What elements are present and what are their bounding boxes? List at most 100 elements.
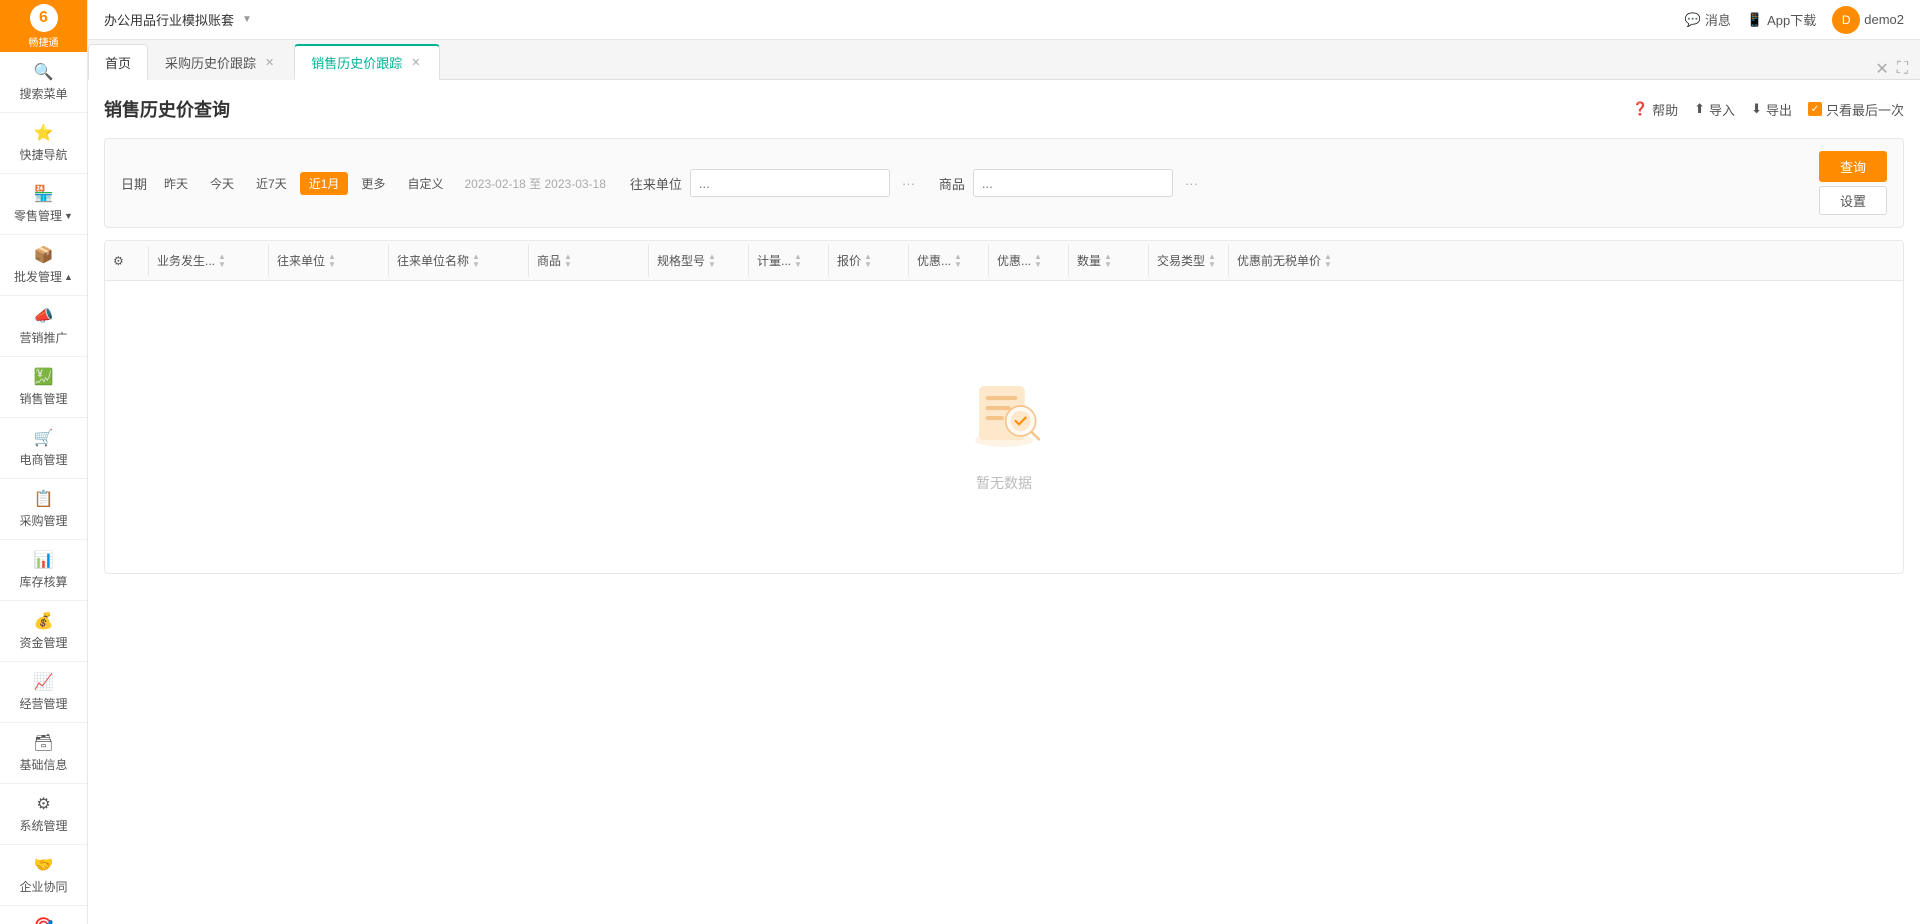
sidebar-item-label: 采购管理 [19, 512, 67, 529]
sidebar-item-marketing[interactable]: 📣 营销推广 [0, 296, 88, 357]
th-partner-code[interactable]: 往来单位 ▲▼ [269, 244, 389, 277]
data-table: ⚙ 业务发生... ▲▼ 往来单位 ▲▼ 往来单位名称 ▲▼ 商品 ▲▼ [104, 240, 1904, 574]
th-spec[interactable]: 规格型号 ▲▼ [649, 244, 749, 277]
import-label: 导入 [1709, 100, 1735, 119]
avatar: D [1832, 6, 1860, 34]
corp-collab-icon: 🤝 [34, 855, 54, 875]
sidebar-item-ecommerce[interactable]: 🛒 电商管理 [0, 418, 88, 479]
tab-purchase-close[interactable]: ✕ [262, 55, 277, 70]
th-settings[interactable]: ⚙ [105, 246, 149, 276]
sidebar-item-label: 基础信息 [19, 756, 67, 773]
sidebar-item-search[interactable]: 🔍 搜索菜单 [0, 52, 88, 113]
th-trade-type-label: 交易类型 [1157, 252, 1205, 269]
system-icon: ⚙ [36, 794, 50, 814]
sidebar-item-sales-mgmt[interactable]: 💹 销售管理 [0, 357, 88, 418]
only-last-checkbox[interactable]: ✓ 只看最后一次 [1808, 100, 1904, 119]
sort-arrows-trade-type: ▲▼ [1208, 253, 1216, 269]
product-more-icon[interactable]: ··· [1185, 176, 1198, 191]
export-label: 导出 [1766, 100, 1792, 119]
tab-home[interactable]: 首页 [88, 44, 148, 80]
date-range-text: 2023-02-18 至 2023-03-18 [464, 175, 605, 192]
th-discount2[interactable]: 优惠... ▲▼ [989, 244, 1069, 277]
help-button[interactable]: ❓ 帮助 [1632, 100, 1678, 119]
date-btn-7days[interactable]: 近7天 [247, 172, 296, 195]
th-partner-code-label: 往来单位 [277, 252, 325, 269]
sort-arrows-partner-name: ▲▼ [472, 253, 480, 269]
partner-input[interactable] [690, 169, 890, 197]
message-button[interactable]: 💬 消息 [1685, 10, 1731, 29]
date-btn-1month[interactable]: 近1月 [300, 172, 349, 195]
sidebar-item-label: 快捷导航 [19, 146, 67, 163]
sort-arrows-biz-date: ▲▼ [218, 253, 226, 269]
date-filter-label: 日期 [121, 174, 147, 193]
sort-arrows-price: ▲▼ [864, 253, 872, 269]
sidebar-item-finance[interactable]: 💰 资金管理 [0, 601, 88, 662]
sidebar-item-wholesale[interactable]: 📦 批发管理 ▲ [0, 235, 88, 296]
import-button[interactable]: ⬆ 导入 [1694, 100, 1735, 119]
tab-home-label: 首页 [105, 53, 131, 72]
sidebar-item-purchase[interactable]: 📋 采购管理 [0, 479, 88, 540]
app-logo: 6 畅捷通 [0, 0, 88, 52]
th-qty[interactable]: 数量 ▲▼ [1069, 244, 1149, 277]
empty-text: 暂无数据 [976, 473, 1032, 493]
th-price[interactable]: 报价 ▲▼ [829, 244, 909, 277]
page-title: 销售历史价查询 [104, 96, 230, 122]
export-button[interactable]: ⬇ 导出 [1751, 100, 1792, 119]
workspace-dropdown-icon[interactable]: ▼ [242, 14, 252, 25]
main-area: 办公用品行业模拟账套 ▼ 💬 消息 📱 App下载 D demo2 首页 [88, 0, 1920, 924]
download-icon: 📱 [1747, 12, 1763, 28]
logo-text: 畅捷通 [29, 34, 59, 49]
app-download-button[interactable]: 📱 App下载 [1747, 10, 1816, 29]
partner-more-icon[interactable]: ··· [902, 176, 915, 191]
wholesale-icon: 📦 [34, 245, 54, 265]
sidebar-item-basic-info[interactable]: 🗃 基础信息 [0, 723, 88, 784]
chevron-down-icon: ▼ [64, 211, 73, 221]
sort-arrows-discount1: ▲▼ [954, 253, 962, 269]
empty-state: 暂无数据 [105, 281, 1903, 573]
date-btn-yesterday[interactable]: 昨天 [155, 172, 197, 195]
sidebar-item-new-guide[interactable]: 🎯 新手引导 [0, 906, 88, 924]
product-filter-label: 商品 [939, 174, 965, 193]
tab-bar: 首页 采购历史价跟踪 ✕ 销售历史价跟踪 ✕ ✕ ⛶ [88, 40, 1920, 80]
th-discount1[interactable]: 优惠... ▲▼ [909, 244, 989, 277]
sidebar-item-retail[interactable]: 🏪 零售管理 ▼ [0, 174, 88, 235]
th-trade-type[interactable]: 交易类型 ▲▼ [1149, 244, 1229, 277]
tab-sales-close[interactable]: ✕ [408, 55, 423, 70]
maximize-button[interactable]: ⛶ [1897, 60, 1908, 78]
th-unit[interactable]: 计量... ▲▼ [749, 244, 829, 277]
th-product[interactable]: 商品 ▲▼ [529, 244, 649, 277]
close-tab-button[interactable]: ✕ [1875, 59, 1888, 79]
th-pretax-price[interactable]: 优惠前无税单价 ▲▼ [1229, 244, 1389, 277]
date-btn-custom[interactable]: 自定义 [398, 172, 452, 195]
sidebar-item-label: 电商管理 [19, 451, 67, 468]
date-btn-today[interactable]: 今天 [201, 172, 243, 195]
th-biz-date-label: 业务发生... [157, 252, 215, 269]
th-biz-date[interactable]: 业务发生... ▲▼ [149, 244, 269, 277]
sidebar-item-system[interactable]: ⚙ 系统管理 [0, 784, 88, 845]
sidebar-item-operations[interactable]: 📈 经营管理 [0, 662, 88, 723]
logo-icon: 6 [30, 4, 58, 32]
only-last-label: 只看最后一次 [1826, 100, 1904, 119]
date-btn-more[interactable]: 更多 [352, 172, 394, 195]
sidebar-item-inventory[interactable]: 📊 库存核算 [0, 540, 88, 601]
sidebar-item-quick[interactable]: ⭐ 快捷导航 [0, 113, 88, 174]
settings-button[interactable]: 设置 [1819, 186, 1887, 215]
th-partner-name[interactable]: 往来单位名称 ▲▼ [389, 244, 529, 277]
tab-purchase-label: 采购历史价跟踪 [165, 53, 256, 72]
sort-arrows-qty: ▲▼ [1104, 253, 1112, 269]
sidebar-item-corp-collab[interactable]: 🤝 企业协同 [0, 845, 88, 906]
tab-sales-label: 销售历史价跟踪 [311, 53, 402, 72]
th-pretax-price-label: 优惠前无税单价 [1237, 252, 1321, 269]
sidebar-item-label: 资金管理 [19, 634, 67, 651]
user-profile-button[interactable]: D demo2 [1832, 6, 1904, 34]
th-partner-name-label: 往来单位名称 [397, 252, 469, 269]
sidebar-item-label: 系统管理 [19, 817, 67, 834]
basic-info-icon: 🗃 [33, 733, 53, 753]
top-header: 办公用品行业模拟账套 ▼ 💬 消息 📱 App下载 D demo2 [88, 0, 1920, 40]
tab-sales[interactable]: 销售历史价跟踪 ✕ [294, 44, 440, 80]
sidebar-item-label: 销售管理 [19, 390, 67, 407]
th-price-label: 报价 [837, 252, 861, 269]
product-input[interactable] [973, 169, 1173, 197]
tab-purchase[interactable]: 采购历史价跟踪 ✕ [148, 44, 294, 80]
search-button[interactable]: 查询 [1819, 151, 1887, 182]
